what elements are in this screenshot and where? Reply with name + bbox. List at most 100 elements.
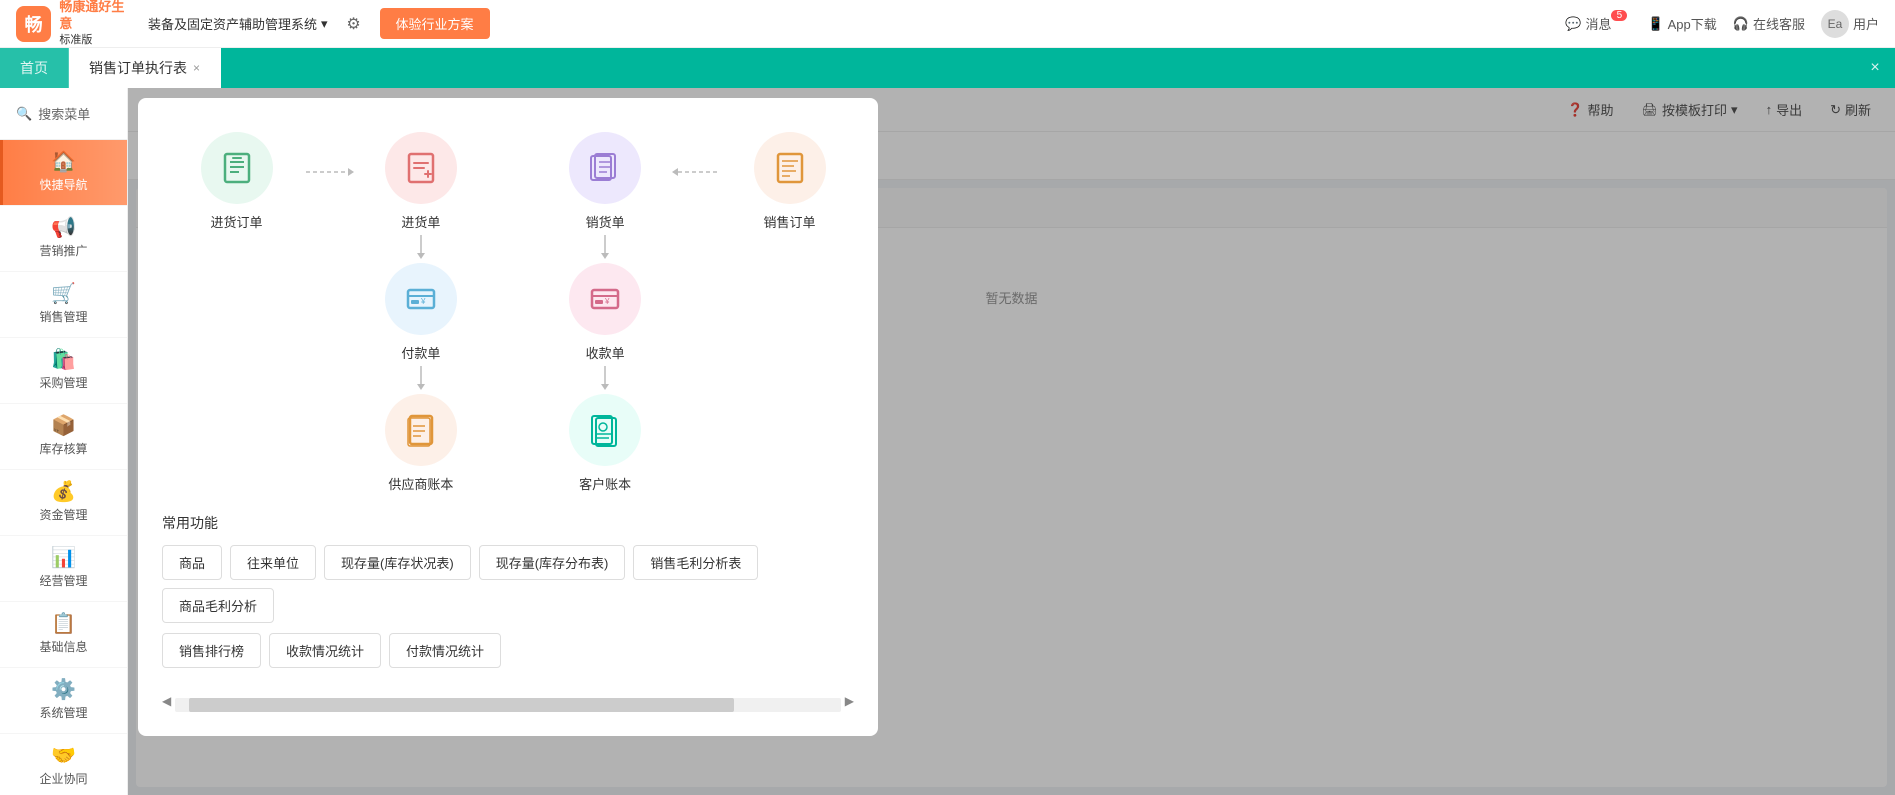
func-btn-stock-dist[interactable]: 现存量(库存分布表) xyxy=(479,545,626,580)
func-btn-sales-rank[interactable]: 销售排行榜 xyxy=(162,633,261,668)
supplier-ledger-label: 供应商账本 xyxy=(388,474,453,493)
svg-text:¥: ¥ xyxy=(420,297,426,306)
marketing-icon: 📢 xyxy=(51,218,76,238)
sales-bill-node[interactable]: 销货单 xyxy=(541,132,670,231)
purchase-bill-node[interactable]: 进货单 xyxy=(356,132,485,231)
message-action[interactable]: 💬 消息 5 xyxy=(1565,14,1631,33)
supplier-ledger-node[interactable]: 供应商账本 xyxy=(356,394,485,493)
customer-ledger-node[interactable]: 客户账本 xyxy=(541,394,670,493)
nav-tabs: 首页 销售订单执行表 × × xyxy=(0,48,1895,88)
settings-icon[interactable]: ⚙ xyxy=(340,10,368,38)
sidebar-item-finance[interactable]: 💰 资金管理 xyxy=(0,470,127,536)
sidebar-item-system[interactable]: ⚙️ 系统管理 xyxy=(0,668,127,734)
header-left: 畅 畅康通好生意 标准版 装备及固定资产辅助管理系统 ▾ ⚙ 体验行业方案 xyxy=(16,0,490,48)
nav-close-btn[interactable]: × xyxy=(1855,48,1895,88)
system-title: 装备及固定资产辅助管理系统 xyxy=(148,14,317,33)
sidebar-item-inventory[interactable]: 📦 库存核算 xyxy=(0,404,127,470)
message-badge: 5 xyxy=(1611,10,1627,21)
system-icon: ⚙️ xyxy=(51,680,76,700)
logo-text: 畅康通好生意 标准版 xyxy=(59,0,136,48)
func-buttons-row2: 销售排行榜 收款情况统计 付款情况统计 xyxy=(162,633,854,668)
user-avatar: Ea xyxy=(1821,10,1849,38)
sidebar: 🔍 搜索菜单 🏠 快捷导航 📢 营销推广 🛒 销售管理 🛍️ 采购管理 📦 库存… xyxy=(0,88,128,795)
flow-diagram: 进货订单 进货单 xyxy=(162,122,854,513)
sales-bill-circle xyxy=(569,132,641,204)
sidebar-item-marketing[interactable]: 📢 营销推广 xyxy=(0,206,127,272)
sidebar-item-quick-nav[interactable]: 🏠 快捷导航 xyxy=(0,140,127,206)
supplier-ledger-circle xyxy=(385,394,457,466)
message-icon: 💬 xyxy=(1565,16,1581,32)
sidebar-item-enterprise[interactable]: 🤝 企业协同 xyxy=(0,734,127,795)
inventory-icon: 📦 xyxy=(51,416,76,436)
system-title-dropdown[interactable]: 装备及固定资产辅助管理系统 ▾ xyxy=(148,14,328,33)
svg-text:¥: ¥ xyxy=(604,297,610,306)
sidebar-item-sales[interactable]: 🛒 销售管理 xyxy=(0,272,127,338)
sales-icon: 🛒 xyxy=(51,284,76,304)
header-right: 💬 消息 5 📱 App下载 🎧 在线客服 Ea 用户 xyxy=(1565,10,1879,38)
common-functions-title: 常用功能 xyxy=(162,513,854,533)
func-btn-partner[interactable]: 往来单位 xyxy=(230,545,316,580)
purchase-order-circle xyxy=(201,132,273,204)
func-btn-payment-stat[interactable]: 付款情况统计 xyxy=(389,633,501,668)
purchase-icon: 🛍️ xyxy=(51,350,76,370)
online-service-action[interactable]: 🎧 在线客服 xyxy=(1733,14,1805,33)
quick-nav-icon: 🏠 xyxy=(51,152,76,172)
func-btn-product[interactable]: 商品 xyxy=(162,545,222,580)
logo-area: 畅 畅康通好生意 标准版 xyxy=(16,0,136,48)
tab-close-icon[interactable]: × xyxy=(193,61,200,75)
panel-scrollbar[interactable] xyxy=(175,698,841,712)
headset-icon: 🎧 xyxy=(1733,16,1749,32)
customer-ledger-circle xyxy=(569,394,641,466)
func-btn-stock-status[interactable]: 现存量(库存状况表) xyxy=(324,545,471,580)
sales-order-tab[interactable]: 销售订单执行表 × xyxy=(69,48,221,88)
operations-icon: 📊 xyxy=(51,548,76,568)
app-download-action[interactable]: 📱 App下载 xyxy=(1647,14,1716,33)
purchase-order-node[interactable]: 进货订单 xyxy=(172,132,301,231)
payment-node[interactable]: ¥ 付款单 xyxy=(356,263,485,362)
user-action[interactable]: Ea 用户 xyxy=(1821,10,1879,38)
logo-icon: 畅 xyxy=(16,6,51,42)
scrollbar-thumb[interactable] xyxy=(189,698,735,712)
sales-order-label: 销售订单 xyxy=(763,212,815,231)
func-btn-receipt-stat[interactable]: 收款情况统计 xyxy=(269,633,381,668)
receipt-label: 收款单 xyxy=(586,343,625,362)
experience-btn[interactable]: 体验行业方案 xyxy=(380,8,490,39)
overlay[interactable]: 进货订单 进货单 xyxy=(128,88,1895,795)
sales-bill-label: 销货单 xyxy=(586,212,625,231)
common-functions: 常用功能 商品 往来单位 现存量(库存状况表) 现存量(库存分布表) 销售毛利分… xyxy=(162,513,854,690)
sales-order-node[interactable]: 销售订单 xyxy=(725,132,854,231)
receipt-node[interactable]: ¥ 收款单 xyxy=(541,263,670,362)
scroll-right-icon[interactable]: ▶ xyxy=(845,694,854,708)
content-area: ❓ 帮助 🖨 按模板打印 ▾ ↑ 导出 ↻ 刷新 yyyy-mm-dd xyxy=(128,88,1895,795)
purchase-bill-circle xyxy=(385,132,457,204)
func-btn-sales-margin[interactable]: 销售毛利分析表 xyxy=(633,545,758,580)
sidebar-search: 🔍 搜索菜单 xyxy=(0,88,127,140)
panel-scroll-container: ◀ ▶ xyxy=(162,690,854,712)
arrow-1 xyxy=(301,164,356,180)
func-btn-product-margin[interactable]: 商品毛利分析 xyxy=(162,588,274,623)
search-icon: 🔍 xyxy=(16,106,32,122)
sales-order-circle xyxy=(754,132,826,204)
scroll-left-icon[interactable]: ◀ xyxy=(162,694,171,708)
phone-icon: 📱 xyxy=(1647,16,1663,32)
arrow-2 xyxy=(670,164,725,180)
main-layout: 🔍 搜索菜单 🏠 快捷导航 📢 营销推广 🛒 销售管理 🛍️ 采购管理 📦 库存… xyxy=(0,88,1895,795)
home-tab[interactable]: 首页 xyxy=(0,48,69,88)
dropdown-arrow-icon: ▾ xyxy=(321,16,328,32)
customer-ledger-label: 客户账本 xyxy=(579,474,631,493)
receipt-circle: ¥ xyxy=(569,263,641,335)
top-header: 畅 畅康通好生意 标准版 装备及固定资产辅助管理系统 ▾ ⚙ 体验行业方案 💬 … xyxy=(0,0,1895,48)
guide-panel: 进货订单 进货单 xyxy=(138,98,878,736)
sidebar-item-operations[interactable]: 📊 经营管理 xyxy=(0,536,127,602)
payment-circle: ¥ xyxy=(385,263,457,335)
func-buttons-row1: 商品 往来单位 现存量(库存状况表) 现存量(库存分布表) 销售毛利分析表 商品… xyxy=(162,545,854,623)
search-menu-btn[interactable]: 🔍 搜索菜单 xyxy=(8,98,119,129)
finance-icon: 💰 xyxy=(51,482,76,502)
purchase-bill-label: 进货单 xyxy=(401,212,440,231)
enterprise-icon: 🤝 xyxy=(51,746,76,766)
base-info-icon: 📋 xyxy=(51,614,76,634)
sidebar-item-base-info[interactable]: 📋 基础信息 xyxy=(0,602,127,668)
purchase-order-label: 进货订单 xyxy=(211,212,263,231)
sidebar-item-purchase[interactable]: 🛍️ 采购管理 xyxy=(0,338,127,404)
payment-label: 付款单 xyxy=(401,343,440,362)
